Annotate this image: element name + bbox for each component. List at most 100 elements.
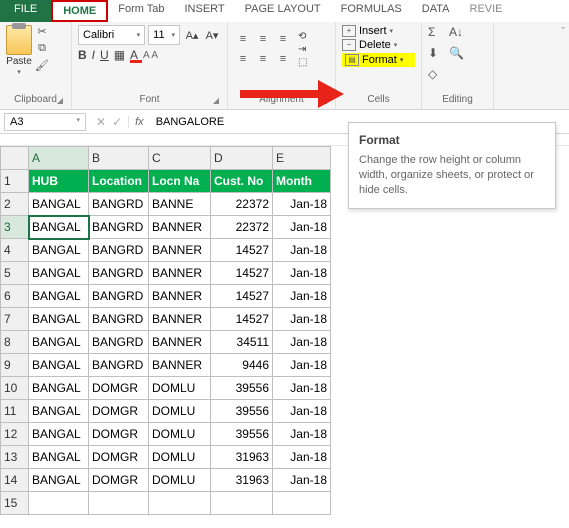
- tab-file[interactable]: FILE: [0, 0, 51, 22]
- cell[interactable]: Jan-18: [273, 354, 331, 377]
- cell[interactable]: DOMGR: [89, 377, 149, 400]
- cell[interactable]: 14527: [211, 285, 273, 308]
- cell[interactable]: BANGAL: [29, 446, 89, 469]
- cell[interactable]: 22372: [211, 216, 273, 239]
- cell[interactable]: DOMLU: [149, 446, 211, 469]
- cell[interactable]: Jan-18: [273, 262, 331, 285]
- font-name-combo[interactable]: Calibri▾: [78, 25, 145, 45]
- tab-page-layout[interactable]: PAGE LAYOUT: [235, 0, 331, 22]
- cell[interactable]: BANGRD: [89, 354, 149, 377]
- header-cell[interactable]: HUB: [29, 170, 89, 193]
- tab-home[interactable]: HOME: [51, 0, 108, 22]
- format-painter-icon[interactable]: 🖌: [34, 59, 50, 73]
- cell[interactable]: BANNER: [149, 285, 211, 308]
- italic-button[interactable]: I: [92, 48, 95, 62]
- row-header-3[interactable]: 3: [1, 216, 29, 239]
- cell[interactable]: DOMLU: [149, 400, 211, 423]
- cell[interactable]: BANGAL: [29, 400, 89, 423]
- align-center-icon[interactable]: ≡: [254, 50, 272, 68]
- cell[interactable]: BANNER: [149, 331, 211, 354]
- copy-icon[interactable]: ⧉: [34, 42, 50, 56]
- cell[interactable]: BANGAL: [29, 285, 89, 308]
- cell[interactable]: 31963: [211, 446, 273, 469]
- row-header-5[interactable]: 5: [1, 262, 29, 285]
- cell[interactable]: Jan-18: [273, 216, 331, 239]
- find-select-icon[interactable]: 🔍: [449, 46, 467, 64]
- cell[interactable]: Jan-18: [273, 308, 331, 331]
- cell[interactable]: BANGAL: [29, 216, 89, 239]
- cell[interactable]: BANGAL: [29, 193, 89, 216]
- merge-icon[interactable]: ⬚: [298, 57, 307, 68]
- row-header-12[interactable]: 12: [1, 423, 29, 446]
- tab-formtab[interactable]: Form Tab: [108, 0, 174, 22]
- clipboard-dialog-launcher[interactable]: ◢: [57, 96, 63, 105]
- cell[interactable]: DOMGR: [89, 400, 149, 423]
- fill-icon[interactable]: ⬇: [428, 46, 446, 64]
- clear-icon[interactable]: ◇: [428, 67, 446, 85]
- cell[interactable]: DOMLU: [149, 377, 211, 400]
- tab-insert[interactable]: INSERT: [175, 0, 235, 22]
- column-header-D[interactable]: D: [211, 147, 273, 170]
- cell[interactable]: BANGAL: [29, 423, 89, 446]
- row-header-13[interactable]: 13: [1, 446, 29, 469]
- row-header-11[interactable]: 11: [1, 400, 29, 423]
- cell[interactable]: Jan-18: [273, 193, 331, 216]
- fill-color-icon[interactable]: A: [130, 48, 138, 62]
- underline-button[interactable]: U: [100, 48, 109, 62]
- row-header-15[interactable]: 15: [1, 492, 29, 515]
- cell[interactable]: 39556: [211, 377, 273, 400]
- tab-data[interactable]: DATA: [412, 0, 460, 22]
- cell[interactable]: Jan-18: [273, 285, 331, 308]
- header-cell[interactable]: Month: [273, 170, 331, 193]
- cell[interactable]: BANNER: [149, 262, 211, 285]
- name-box[interactable]: A3▾: [4, 113, 86, 131]
- cell[interactable]: [89, 492, 149, 515]
- cell[interactable]: Jan-18: [273, 331, 331, 354]
- cell[interactable]: BANGAL: [29, 262, 89, 285]
- cell[interactable]: BANGAL: [29, 377, 89, 400]
- row-header-8[interactable]: 8: [1, 331, 29, 354]
- cell[interactable]: BANGRD: [89, 308, 149, 331]
- cell[interactable]: BANNER: [149, 308, 211, 331]
- cell[interactable]: BANGRD: [89, 262, 149, 285]
- cell[interactable]: Jan-18: [273, 469, 331, 492]
- tab-review[interactable]: REVIE: [460, 0, 513, 22]
- bold-button[interactable]: B: [78, 48, 87, 62]
- orientation-icon[interactable]: ⟲: [298, 31, 307, 42]
- cell[interactable]: DOMGR: [89, 469, 149, 492]
- cell[interactable]: Jan-18: [273, 446, 331, 469]
- align-top-icon[interactable]: ≡: [234, 30, 252, 48]
- cell[interactable]: 14527: [211, 262, 273, 285]
- cell[interactable]: 14527: [211, 308, 273, 331]
- column-header-B[interactable]: B: [89, 147, 149, 170]
- alignment-dialog-launcher[interactable]: ◢: [321, 96, 327, 105]
- decrease-font-icon[interactable]: A▾: [203, 26, 221, 44]
- delete-cells-button[interactable]: − Delete▾: [342, 39, 415, 51]
- cell[interactable]: DOMGR: [89, 446, 149, 469]
- cell[interactable]: 14527: [211, 239, 273, 262]
- cell[interactable]: BANNE: [149, 193, 211, 216]
- cell[interactable]: Jan-18: [273, 377, 331, 400]
- enter-formula-icon[interactable]: ✓: [112, 115, 122, 129]
- sort-filter-icon[interactable]: A↓: [449, 25, 467, 43]
- cell[interactable]: DOMLU: [149, 469, 211, 492]
- cell[interactable]: BANGAL: [29, 308, 89, 331]
- cell[interactable]: Jan-18: [273, 239, 331, 262]
- column-header-E[interactable]: E: [273, 147, 331, 170]
- font-size-steppers[interactable]: A A: [143, 50, 158, 61]
- indent-icon[interactable]: ⇥: [298, 44, 307, 55]
- cell[interactable]: BANGAL: [29, 469, 89, 492]
- align-left-icon[interactable]: ≡: [234, 50, 252, 68]
- fx-icon[interactable]: fx: [128, 116, 150, 128]
- cell[interactable]: BANGRD: [89, 239, 149, 262]
- autosum-icon[interactable]: Σ: [428, 25, 446, 43]
- header-cell[interactable]: Cust. No: [211, 170, 273, 193]
- cell[interactable]: [29, 492, 89, 515]
- cut-icon[interactable]: ✂: [34, 25, 50, 39]
- row-header-4[interactable]: 4: [1, 239, 29, 262]
- align-right-icon[interactable]: ≡: [274, 50, 292, 68]
- align-middle-icon[interactable]: ≡: [254, 30, 272, 48]
- border-icon[interactable]: ▦: [114, 48, 125, 62]
- row-header-6[interactable]: 6: [1, 285, 29, 308]
- cell[interactable]: 34511: [211, 331, 273, 354]
